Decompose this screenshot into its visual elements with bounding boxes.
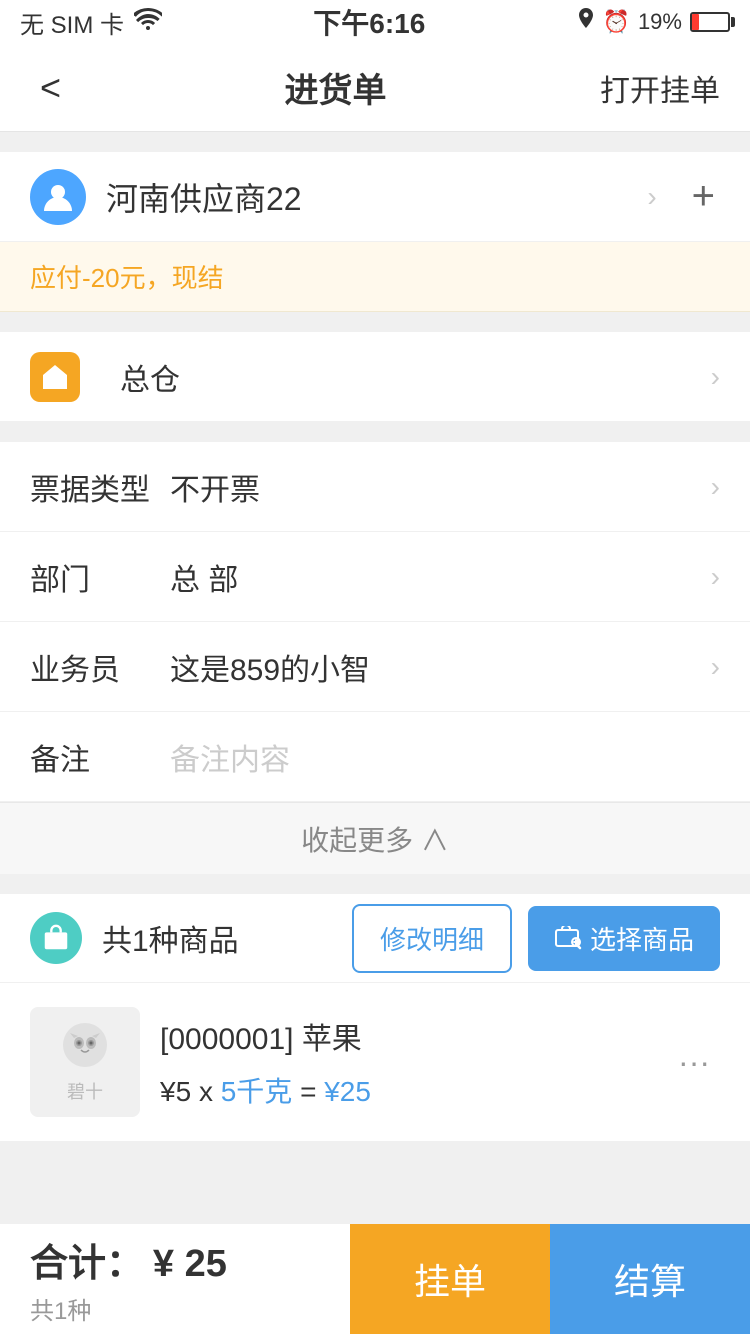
collapse-button[interactable]: 收起更多 ∧ bbox=[0, 802, 750, 874]
battery-label: 19% bbox=[638, 9, 682, 35]
department-chevron-icon: › bbox=[711, 561, 720, 593]
back-button[interactable]: < bbox=[30, 57, 71, 119]
bottom-padding bbox=[0, 1141, 750, 1181]
invoice-label: 票据类型 bbox=[30, 465, 150, 509]
total-amount: 合计： ¥ 25 bbox=[30, 1232, 320, 1287]
remark-row[interactable]: 备注 备注内容 bbox=[0, 712, 750, 802]
product-item: 碧十 [0000001] 苹果 ¥5 x 5千克 = ¥25 ··· bbox=[0, 982, 750, 1141]
section-gap-3 bbox=[0, 422, 750, 442]
total-section: 合计： ¥ 25 共1种 bbox=[0, 1224, 350, 1334]
select-product-label: 选择商品 bbox=[590, 920, 694, 957]
page-title: 进货单 bbox=[285, 63, 387, 112]
product-info: [0000001] 苹果 ¥5 x 5千克 = ¥25 bbox=[160, 1014, 648, 1110]
product-icon bbox=[30, 912, 82, 964]
department-row[interactable]: 部门 总 部 › bbox=[0, 532, 750, 622]
remark-label: 备注 bbox=[30, 735, 150, 779]
supplier-name: 河南供应商22 bbox=[106, 174, 647, 220]
salesperson-row[interactable]: 业务员 这是859的小智 › bbox=[0, 622, 750, 712]
salesperson-value: 这是859的小智 bbox=[150, 645, 711, 689]
product-name: [0000001] 苹果 bbox=[160, 1014, 648, 1058]
edit-detail-button[interactable]: 修改明细 bbox=[352, 904, 512, 973]
wifi-icon bbox=[134, 8, 162, 37]
product-header: 共1种商品 修改明细 选择商品 bbox=[0, 894, 750, 982]
supplier-row[interactable]: 河南供应商22 › + bbox=[0, 152, 750, 242]
select-product-button[interactable]: 选择商品 bbox=[528, 906, 720, 971]
suspend-button[interactable]: 挂单 bbox=[350, 1224, 550, 1334]
supplier-alert-banner: 应付-20元，现结 bbox=[0, 242, 750, 312]
bottom-bar: 合计： ¥ 25 共1种 挂单 结算 bbox=[0, 1224, 750, 1334]
supplier-avatar bbox=[30, 169, 86, 225]
alarm-icon: ⏰ bbox=[603, 9, 630, 35]
warehouse-chevron-icon: › bbox=[711, 361, 720, 393]
product-count-label: 共1种商品 bbox=[102, 916, 352, 960]
department-label: 部门 bbox=[30, 555, 150, 599]
total-value: ¥ 25 bbox=[153, 1243, 227, 1285]
invoice-value: 不开票 bbox=[150, 465, 711, 509]
warehouse-row[interactable]: 总仓 › bbox=[0, 332, 750, 422]
add-supplier-button[interactable]: + bbox=[687, 174, 720, 219]
warehouse-icon bbox=[30, 352, 80, 402]
total-count: 共1种 bbox=[30, 1291, 320, 1326]
status-bar: 无 SIM 卡 下午6:16 ⏰ 19% bbox=[0, 0, 750, 44]
invoice-chevron-icon: › bbox=[711, 471, 720, 503]
supplier-chevron-icon: › bbox=[647, 181, 656, 213]
product-more-button[interactable]: ··· bbox=[668, 1034, 720, 1091]
salesperson-chevron-icon: › bbox=[711, 651, 720, 683]
nav-bar: < 进货单 打开挂单 bbox=[0, 44, 750, 132]
invoice-row[interactable]: 票据类型 不开票 › bbox=[0, 442, 750, 532]
checkout-button[interactable]: 结算 bbox=[550, 1224, 750, 1334]
status-time: 下午6:16 bbox=[313, 2, 425, 42]
product-thumbnail: 碧十 bbox=[30, 1007, 140, 1117]
remark-placeholder: 备注内容 bbox=[150, 735, 720, 779]
status-right: ⏰ 19% bbox=[577, 8, 730, 36]
battery-icon bbox=[690, 12, 730, 32]
status-left: 无 SIM 卡 bbox=[20, 5, 162, 40]
location-icon bbox=[577, 8, 595, 36]
section-gap-1 bbox=[0, 132, 750, 152]
product-price: ¥5 x 5千克 = ¥25 bbox=[160, 1070, 648, 1110]
open-pending-button[interactable]: 打开挂单 bbox=[600, 66, 720, 110]
section-gap-4 bbox=[0, 874, 750, 894]
carrier-label: 无 SIM 卡 bbox=[20, 5, 124, 40]
department-value: 总 部 bbox=[150, 555, 711, 599]
warehouse-label: 总仓 bbox=[100, 355, 711, 399]
salesperson-label: 业务员 bbox=[30, 645, 150, 689]
section-gap-2 bbox=[0, 312, 750, 332]
total-label: 合计： bbox=[30, 1243, 144, 1285]
